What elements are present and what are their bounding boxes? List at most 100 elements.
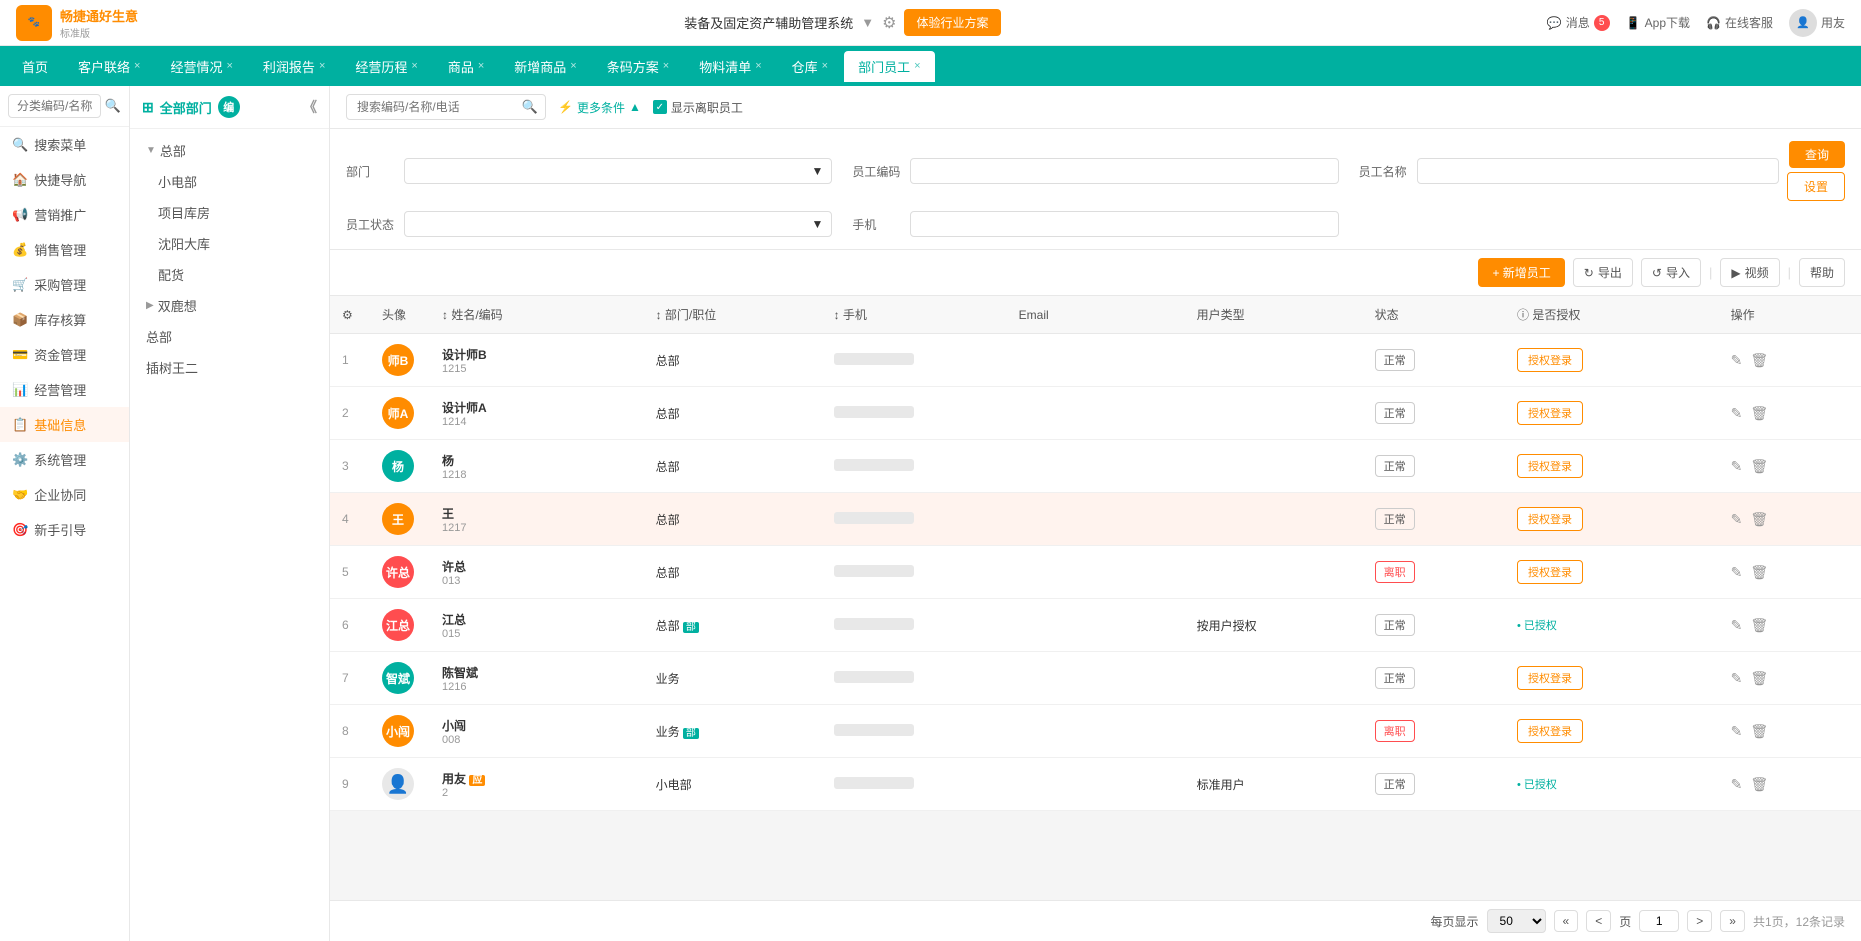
edit-icon[interactable]: ✎: [1731, 776, 1743, 793]
delete-icon[interactable]: 🗑: [1750, 723, 1768, 740]
nav-tab-10[interactable]: 部门员工×: [844, 51, 934, 82]
tab-close-icon[interactable]: ×: [914, 60, 920, 72]
sidebar-item-guide[interactable]: 🎯新手引导: [0, 512, 129, 547]
search-icon[interactable]: 🔍: [522, 99, 538, 115]
sidebar-search-icon[interactable]: 🔍: [105, 98, 121, 114]
sidebar-item-marketing[interactable]: 📢营销推广: [0, 197, 129, 232]
sidebar-item-system[interactable]: ⚙️系统管理: [0, 442, 129, 477]
more-filter-btn[interactable]: ⚡ 更多条件 ▲: [558, 99, 641, 116]
delete-icon[interactable]: 🗑: [1750, 405, 1768, 422]
sidebar-item-purchase[interactable]: 🛒采购管理: [0, 267, 129, 302]
authorize-button[interactable]: 授权登录: [1517, 666, 1583, 690]
delete-icon[interactable]: 🗑: [1750, 564, 1768, 581]
delete-icon[interactable]: 🗑: [1750, 511, 1768, 528]
sidebar-item-stock[interactable]: 📦库存核算: [0, 302, 129, 337]
dept-node-chasu[interactable]: 插树王二: [130, 352, 329, 383]
nav-tab-8[interactable]: 物料清单×: [685, 51, 775, 82]
col-dept[interactable]: ↕ 部门/职位: [644, 296, 822, 334]
nav-tab-3[interactable]: 利润报告×: [249, 51, 339, 82]
edit-icon[interactable]: ✎: [1731, 458, 1743, 475]
show-dismissed-checkbox[interactable]: ✓ 显示离职员工: [653, 99, 743, 116]
tab-close-icon[interactable]: ×: [755, 60, 761, 72]
tab-close-icon[interactable]: ×: [822, 60, 828, 72]
col-name[interactable]: ↕ 姓名/编码: [430, 296, 644, 334]
nav-tab-6[interactable]: 新增商品×: [500, 51, 590, 82]
edit-icon[interactable]: ✎: [1731, 352, 1743, 369]
prev-page-btn[interactable]: <: [1586, 910, 1611, 932]
authorize-button[interactable]: 授权登录: [1517, 401, 1583, 425]
import-button[interactable]: ↺ 导入: [1641, 258, 1701, 287]
app-download-btn[interactable]: 📱 App下载: [1626, 14, 1690, 31]
delete-icon[interactable]: 🗑: [1750, 776, 1768, 793]
edit-icon[interactable]: ✎: [1731, 511, 1743, 528]
authorize-button[interactable]: 授权登录: [1517, 719, 1583, 743]
page-number-input[interactable]: [1639, 910, 1679, 932]
tab-close-icon[interactable]: ×: [478, 60, 484, 72]
dept-filter-select[interactable]: ▼: [404, 158, 832, 184]
sidebar-item-sales[interactable]: 💰销售管理: [0, 232, 129, 267]
tab-close-icon[interactable]: ×: [663, 60, 669, 72]
col-phone[interactable]: ↕ 手机: [822, 296, 1007, 334]
sidebar-item-corp[interactable]: 🤝企业协同: [0, 477, 129, 512]
last-page-btn[interactable]: »: [1720, 910, 1745, 932]
empcode-filter-input[interactable]: [910, 158, 1338, 184]
authorize-button[interactable]: 授权登录: [1517, 507, 1583, 531]
message-btn[interactable]: 💬 消息 5: [1547, 14, 1610, 31]
nav-tab-0[interactable]: 首页: [8, 51, 62, 82]
tab-close-icon[interactable]: ×: [319, 60, 325, 72]
nav-tab-5[interactable]: 商品×: [434, 51, 498, 82]
authorize-button[interactable]: 授权登录: [1517, 348, 1583, 372]
sidebar-item-basic[interactable]: 📋基础信息: [0, 407, 129, 442]
user-area[interactable]: 👤 用友: [1789, 9, 1845, 37]
delete-icon[interactable]: 🗑: [1750, 617, 1768, 634]
dept-node-general[interactable]: ▼ 总部: [130, 135, 329, 166]
query-button[interactable]: 查询: [1789, 141, 1845, 168]
system-dropdown-icon[interactable]: ▼: [861, 15, 874, 30]
edit-icon[interactable]: ✎: [1731, 405, 1743, 422]
edit-icon[interactable]: ✎: [1731, 564, 1743, 581]
dept-node-shuanglu[interactable]: ▶ 双鹿想: [130, 290, 329, 321]
empstatus-filter-select[interactable]: ▼: [404, 211, 832, 237]
sidebar-item-operation[interactable]: 📊经营管理: [0, 372, 129, 407]
delete-icon[interactable]: 🗑: [1750, 352, 1768, 369]
add-employee-button[interactable]: + 新增员工: [1478, 258, 1564, 287]
dept-node-shenyang[interactable]: 沈阳大库: [130, 228, 329, 259]
view-button[interactable]: ▶ 视频: [1720, 258, 1779, 287]
sidebar-item-nav[interactable]: 🏠快捷导航: [0, 162, 129, 197]
nav-tab-2[interactable]: 经营情况×: [156, 51, 246, 82]
phone-filter-input[interactable]: [910, 211, 1338, 237]
next-page-btn[interactable]: >: [1687, 910, 1712, 932]
help-button[interactable]: 帮助: [1799, 258, 1845, 287]
tab-close-icon[interactable]: ×: [134, 60, 140, 72]
dept-node-xiaodian[interactable]: 小电部: [130, 166, 329, 197]
delete-icon[interactable]: 🗑: [1750, 458, 1768, 475]
tab-close-icon[interactable]: ×: [226, 60, 232, 72]
dept-edit-button[interactable]: 编: [218, 96, 240, 118]
tab-close-icon[interactable]: ×: [570, 60, 576, 72]
dept-node-zongbu[interactable]: 总部: [130, 321, 329, 352]
authorize-button[interactable]: 授权登录: [1517, 560, 1583, 584]
nav-tab-1[interactable]: 客户联络×: [64, 51, 154, 82]
edit-icon[interactable]: ✎: [1731, 723, 1743, 740]
trial-button[interactable]: 体验行业方案: [904, 9, 1000, 36]
dept-node-project[interactable]: 项目库房: [130, 197, 329, 228]
col-settings[interactable]: ⚙: [330, 296, 370, 334]
first-page-btn[interactable]: «: [1554, 910, 1579, 932]
set-button[interactable]: 设置: [1787, 172, 1845, 201]
authorize-button[interactable]: 授权登录: [1517, 454, 1583, 478]
sidebar-item-finance[interactable]: 💳资金管理: [0, 337, 129, 372]
delete-icon[interactable]: 🗑: [1750, 670, 1768, 687]
nav-tab-7[interactable]: 条码方案×: [593, 51, 683, 82]
sidebar-search-input[interactable]: [8, 94, 101, 118]
tab-close-icon[interactable]: ×: [411, 60, 417, 72]
edit-icon[interactable]: ✎: [1731, 617, 1743, 634]
nav-tab-4[interactable]: 经营历程×: [341, 51, 431, 82]
page-size-select[interactable]: 50 20 100: [1487, 909, 1546, 933]
search-input[interactable]: [346, 94, 546, 120]
online-service-btn[interactable]: 🎧 在线客服: [1706, 14, 1773, 31]
sidebar-item-search[interactable]: 🔍搜索菜单: [0, 127, 129, 162]
edit-icon[interactable]: ✎: [1731, 670, 1743, 687]
nav-tab-9[interactable]: 仓库×: [778, 51, 842, 82]
export-button[interactable]: ↻ 导出: [1573, 258, 1633, 287]
dept-collapse-btn[interactable]: 《: [303, 97, 317, 117]
